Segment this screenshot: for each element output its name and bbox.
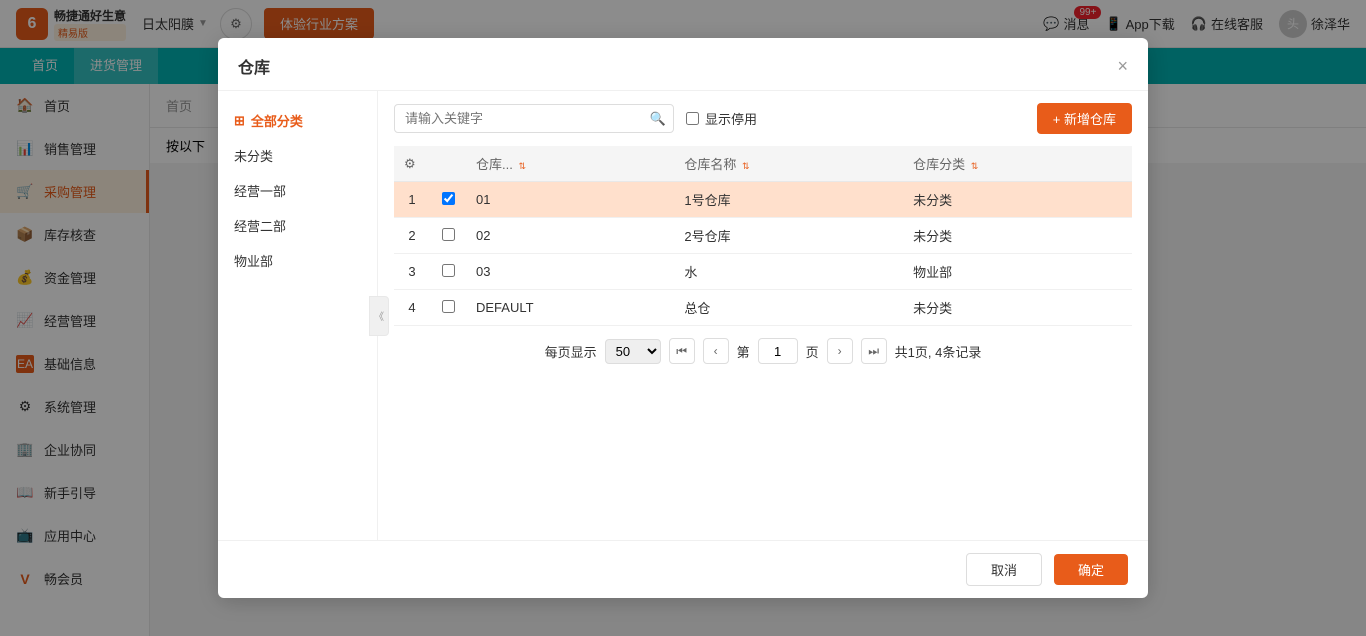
modal-body: ⊞ 全部分类 未分类 经营一部 经营二部 物业部 《 (218, 91, 1148, 540)
category-all[interactable]: ⊞ 全部分类 (218, 103, 377, 138)
show-disabled-label: 显示停用 (705, 109, 757, 128)
row-gear-cell: 1 (394, 182, 430, 218)
row-checkbox[interactable] (442, 228, 455, 241)
first-page-button[interactable]: ⏮ (669, 338, 695, 364)
row-name: 水 (674, 254, 903, 290)
category-item-property[interactable]: 物业部 (218, 243, 377, 278)
page-suffix: 页 (806, 342, 819, 361)
category-item-ops2[interactable]: 经营二部 (218, 208, 377, 243)
category-panel: ⊞ 全部分类 未分类 经营一部 经营二部 物业部 《 (218, 91, 378, 540)
row-check-cell[interactable] (430, 290, 466, 326)
col-code[interactable]: 仓库... ⇅ (466, 146, 674, 182)
per-page-select[interactable]: 50 10 20 100 (605, 339, 661, 364)
warehouse-modal: 仓库 × ⊞ 全部分类 未分类 经营一部 经营二部 (218, 38, 1148, 598)
table-toolbar: 🔍 显示停用 + 新增仓库 (394, 103, 1132, 134)
confirm-button[interactable]: 确定 (1054, 554, 1128, 585)
row-check-cell[interactable] (430, 254, 466, 290)
prev-page-button[interactable]: ‹ (703, 338, 729, 364)
row-category: 未分类 (903, 290, 1132, 326)
row-check-cell[interactable] (430, 218, 466, 254)
category-item-unclassified[interactable]: 未分类 (218, 138, 377, 173)
warehouse-table: ⚙ 仓库... ⇅ 仓库名称 ⇅ 仓库分类 (394, 146, 1132, 326)
modal-header: 仓库 × (218, 38, 1148, 91)
row-name: 总仓 (674, 290, 903, 326)
page-label: 第 (737, 342, 750, 361)
row-code: 03 (466, 254, 674, 290)
modal-footer: 取消 确定 (218, 540, 1148, 598)
search-wrap: 🔍 (394, 104, 674, 133)
modal-overlay: 仓库 × ⊞ 全部分类 未分类 经营一部 经营二部 (0, 0, 1366, 636)
row-checkbox[interactable] (442, 300, 455, 313)
table-row[interactable]: 3 03 水 物业部 (394, 254, 1132, 290)
row-checkbox[interactable] (442, 264, 455, 277)
total-info: 共1页, 4条记录 (895, 342, 982, 361)
col-check (430, 146, 466, 182)
search-input[interactable] (394, 104, 674, 133)
table-row[interactable]: 4 DEFAULT 总仓 未分类 (394, 290, 1132, 326)
row-code: 01 (466, 182, 674, 218)
row-gear-cell: 4 (394, 290, 430, 326)
row-gear-cell: 3 (394, 254, 430, 290)
pagination: 每页显示 50 10 20 100 ⏮ ‹ 第 页 › ⏭ 共1页, 4条记录 (394, 326, 1132, 372)
col-gear[interactable]: ⚙ (394, 146, 430, 182)
sort-icon-category: ⇅ (971, 161, 979, 172)
row-category: 未分类 (903, 182, 1132, 218)
modal-title: 仓库 (238, 54, 270, 78)
row-category: 物业部 (903, 254, 1132, 290)
category-item-ops1[interactable]: 经营一部 (218, 173, 377, 208)
table-row[interactable]: 1 01 1号仓库 未分类 (394, 182, 1132, 218)
table-panel: 🔍 显示停用 + 新增仓库 ⚙ 仓库. (378, 91, 1148, 540)
add-warehouse-button[interactable]: + 新增仓库 (1037, 103, 1132, 134)
show-disabled-checkbox[interactable]: 显示停用 (686, 109, 757, 128)
next-page-button[interactable]: › (827, 338, 853, 364)
page-number-input[interactable] (758, 338, 798, 364)
col-category[interactable]: 仓库分类 ⇅ (903, 146, 1132, 182)
search-icon[interactable]: 🔍 (650, 111, 666, 127)
row-gear-cell: 2 (394, 218, 430, 254)
category-all-label: 全部分类 (251, 111, 303, 130)
show-disabled-check[interactable] (686, 112, 699, 125)
sort-icon-code: ⇅ (518, 161, 526, 172)
row-code: 02 (466, 218, 674, 254)
row-name: 1号仓库 (674, 182, 903, 218)
row-check-cell[interactable] (430, 182, 466, 218)
cancel-button[interactable]: 取消 (966, 553, 1042, 586)
per-page-label: 每页显示 (545, 342, 597, 361)
row-checkbox[interactable] (442, 192, 455, 205)
table-row[interactable]: 2 02 2号仓库 未分类 (394, 218, 1132, 254)
category-collapse-button[interactable]: 《 (369, 296, 389, 336)
row-name: 2号仓库 (674, 218, 903, 254)
sort-icon-name: ⇅ (742, 161, 750, 172)
row-category: 未分类 (903, 218, 1132, 254)
grid-icon: ⊞ (234, 113, 245, 129)
col-name[interactable]: 仓库名称 ⇅ (674, 146, 903, 182)
last-page-button[interactable]: ⏭ (861, 338, 887, 364)
row-code: DEFAULT (466, 290, 674, 326)
modal-close-button[interactable]: × (1117, 56, 1128, 77)
